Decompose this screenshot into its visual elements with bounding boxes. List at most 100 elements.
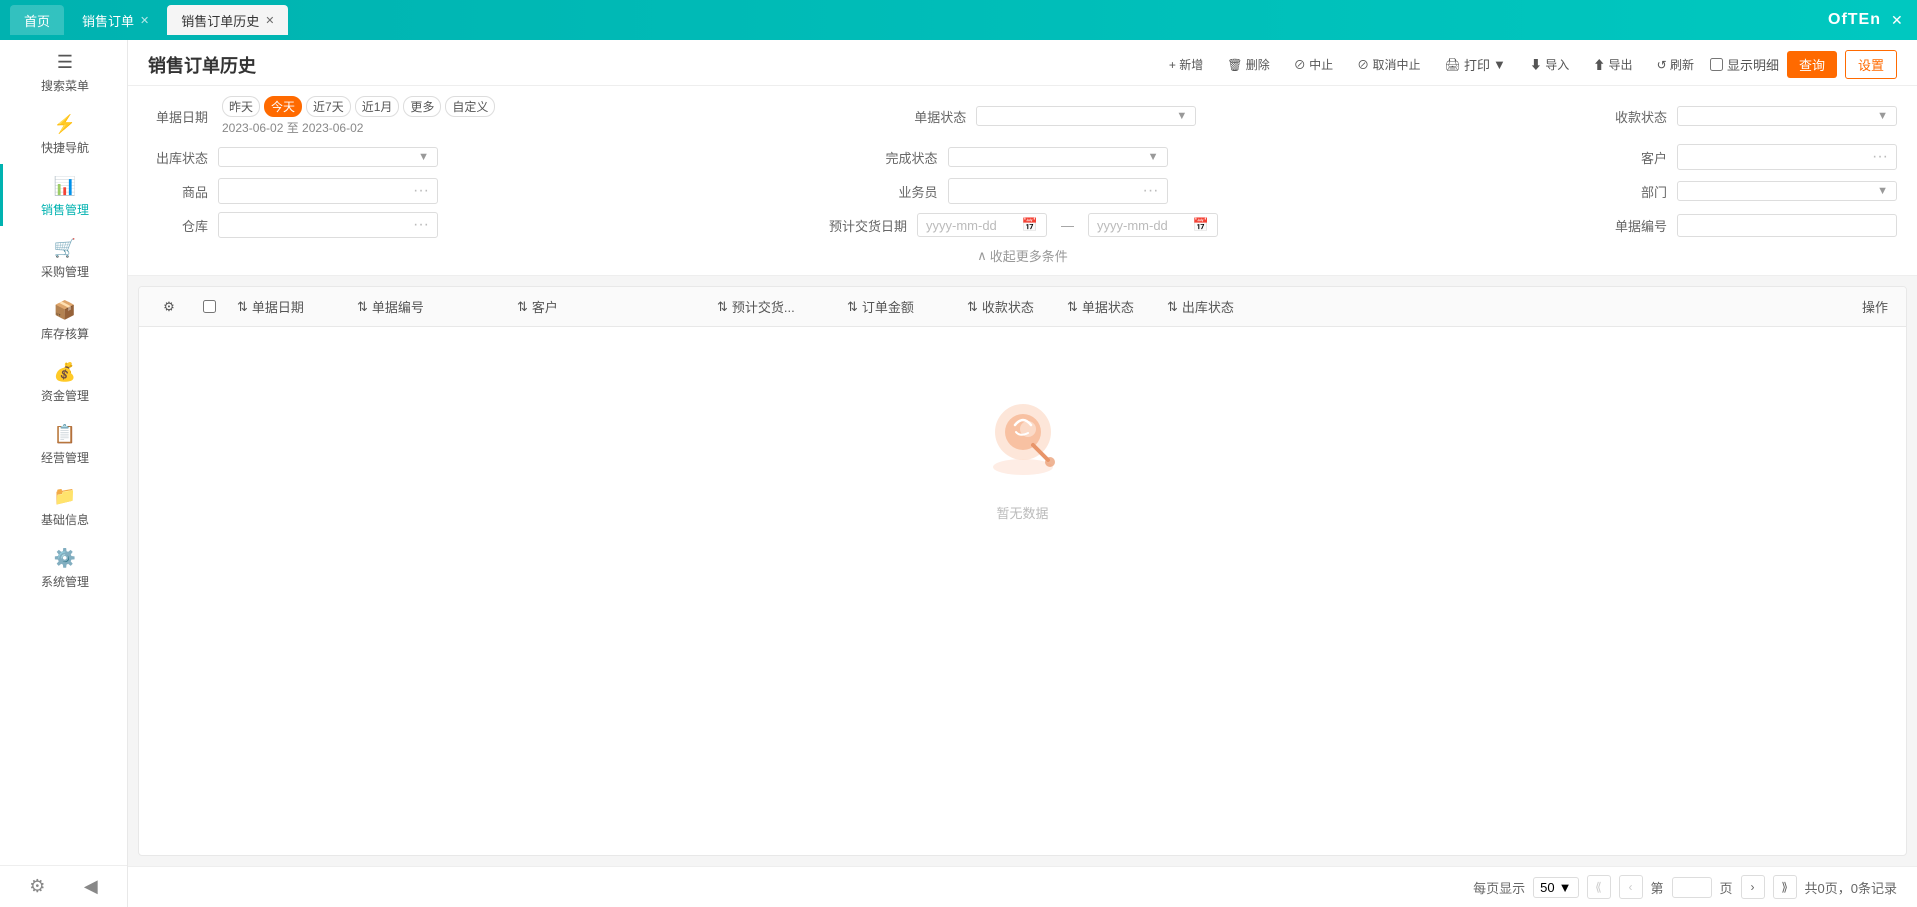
tab-sales-order-history-label: 销售订单历史 [181, 11, 259, 30]
date-btn-today[interactable]: 今天 [264, 96, 302, 117]
filter-row-3: 商品 ··· 业务员 ··· 部门 ▼ [148, 178, 1897, 204]
date-dash: — [1061, 218, 1074, 233]
bill-status-select[interactable]: ▼ [976, 106, 1196, 126]
gear-icon: ⚙ [163, 299, 175, 315]
th-delivery[interactable]: ⇅ 预计交货... [709, 297, 839, 316]
filter-row-1: 单据日期 昨天 今天 近7天 近1月 更多 自定义 2023-06-02 至 2… [148, 96, 1897, 136]
sidebar-item-base-info[interactable]: 📁 基础信息 [0, 474, 127, 536]
stop-button[interactable]: ⊘ 中止 [1286, 52, 1341, 77]
sidebar-item-purchase[interactable]: 🛒 采购管理 [0, 226, 127, 288]
page-first-button[interactable]: ⟪ [1587, 875, 1611, 899]
page-last-button[interactable]: ⟫ [1773, 875, 1797, 899]
date-btn-yesterday[interactable]: 昨天 [222, 96, 260, 117]
salesperson-dots[interactable]: ··· [1143, 182, 1159, 200]
page-info-prefix: 第 [1651, 878, 1664, 897]
refresh-button[interactable]: ↺ 刷新 [1649, 52, 1702, 77]
cancel-stop-button[interactable]: ⊘ 取消中止 [1349, 52, 1428, 77]
th-num[interactable]: ⇅ 单据编号 [349, 297, 509, 316]
query-button[interactable]: 查询 [1787, 51, 1837, 78]
sidebar-item-finance[interactable]: 💰 资金管理 [0, 350, 127, 412]
date-btn-custom[interactable]: 自定义 [445, 96, 495, 117]
calendar-from-icon: 📅 [1022, 217, 1038, 233]
bill-no-label: 单据编号 [1607, 216, 1667, 235]
th-ops: 操作 [1259, 297, 1896, 316]
th-bill-status[interactable]: ⇅ 单据状态 [1059, 297, 1159, 316]
collapse-row[interactable]: ∧ 收起更多条件 [148, 246, 1897, 265]
show-detail-checkbox[interactable]: 显示明细 [1710, 55, 1779, 74]
tab-sales-order-close[interactable]: ✕ [140, 14, 149, 27]
th-num-sort-icon: ⇅ [357, 299, 368, 315]
th-out-status[interactable]: ⇅ 出库状态 [1159, 297, 1259, 316]
window-close-icon[interactable]: ✕ [1891, 12, 1907, 28]
dept-select[interactable]: ▼ [1677, 181, 1897, 201]
th-delivery-sort-icon: ⇅ [717, 299, 728, 315]
collapse-icon[interactable]: ◀ [84, 876, 98, 897]
sidebar-item-quick-nav-label: 快捷导航 [41, 139, 89, 156]
th-amount[interactable]: ⇅ 订单金额 [839, 297, 959, 316]
print-button[interactable]: 🖨 打印 ▼ [1436, 51, 1513, 78]
date-btn-more[interactable]: 更多 [403, 96, 441, 117]
settings-button[interactable]: 设置 [1845, 50, 1897, 79]
complete-status-chevron: ▼ [1148, 151, 1159, 163]
th-receipt-status[interactable]: ⇅ 收款状态 [959, 297, 1059, 316]
bill-no-input[interactable] [1677, 214, 1897, 237]
out-status-select[interactable]: ▼ [218, 147, 438, 167]
page-title: 销售订单历史 [148, 52, 256, 78]
goods-select[interactable]: ··· [218, 178, 438, 204]
sidebar-item-quick-nav[interactable]: ⚡ 快捷导航 [0, 102, 127, 164]
page-next-button[interactable]: › [1741, 875, 1765, 899]
import-button[interactable]: ⬇ 导入 [1522, 52, 1577, 77]
page-size-label: 每页显示 [1473, 878, 1525, 897]
th-delivery-label: 预计交货... [732, 297, 795, 316]
filter-row-2: 出库状态 ▼ 完成状态 ▼ 客户 ··· [148, 144, 1897, 170]
customer-select[interactable]: ··· [1677, 144, 1897, 170]
th-check[interactable] [189, 300, 229, 313]
delivery-to-input[interactable]: yyyy-mm-dd 📅 [1088, 213, 1218, 237]
sidebar-item-operations-label: 经营管理 [41, 449, 89, 466]
complete-status-select[interactable]: ▼ [948, 147, 1168, 167]
tab-sales-order-history[interactable]: 销售订单历史 ✕ [167, 5, 288, 35]
toolbar: + 新增 🗑 删除 ⊘ 中止 ⊘ 取消中止 🖨 打印 ▼ ⬇ 导入 ⬆ 导出 ↺… [1161, 50, 1897, 79]
delete-button[interactable]: 🗑 删除 [1219, 52, 1278, 77]
th-date-sort-icon: ⇅ [237, 299, 248, 315]
date-btn-1month[interactable]: 近1月 [355, 96, 400, 117]
new-button[interactable]: + 新增 [1161, 52, 1211, 77]
collapse-chevron-icon: ∧ [977, 248, 987, 264]
sidebar-item-operations[interactable]: 📋 经营管理 [0, 412, 127, 474]
page-prev-button[interactable]: ‹ [1619, 875, 1643, 899]
th-gear[interactable]: ⚙ [149, 299, 189, 315]
select-all-checkbox[interactable] [203, 300, 216, 313]
salesperson-select[interactable]: ··· [948, 178, 1168, 204]
th-date[interactable]: ⇅ 单据日期 [229, 297, 349, 316]
tab-sales-order[interactable]: 销售订单 ✕ [68, 5, 163, 35]
settings-bottom-icon[interactable]: ⚙ [29, 876, 45, 897]
show-detail-label: 显示明细 [1727, 55, 1779, 74]
empty-illustration [973, 387, 1073, 487]
export-button[interactable]: ⬆ 导出 [1585, 52, 1640, 77]
sys-icon: ⚙️ [54, 548, 76, 569]
th-customer[interactable]: ⇅ 客户 [509, 297, 709, 316]
date-btn-7days[interactable]: 近7天 [306, 96, 351, 117]
page-number-input[interactable]: 1 [1672, 877, 1712, 898]
th-bill-sort-icon: ⇅ [1067, 299, 1078, 315]
base-info-icon: 📁 [54, 486, 76, 507]
sidebar-item-sys[interactable]: ⚙️ 系统管理 [0, 536, 127, 598]
goods-dots[interactable]: ··· [413, 182, 429, 200]
delivery-from-input[interactable]: yyyy-mm-dd 📅 [917, 213, 1047, 237]
sidebar-item-inventory[interactable]: 📦 库存核算 [0, 288, 127, 350]
warehouse-dots[interactable]: ··· [413, 216, 429, 234]
warehouse-select[interactable]: ··· [218, 212, 438, 238]
th-customer-label: 客户 [532, 297, 558, 316]
print-label: 打印 [1464, 55, 1490, 74]
delivery-from-placeholder: yyyy-mm-dd [926, 218, 997, 233]
tab-home[interactable]: 首页 [10, 5, 64, 35]
sidebar-item-sales-label: 销售管理 [41, 201, 89, 218]
sidebar-item-sales[interactable]: 📊 销售管理 [0, 164, 127, 226]
page-size-select[interactable]: 50 ▼ [1533, 877, 1578, 898]
receipt-status-select[interactable]: ▼ [1677, 106, 1897, 126]
sidebar-item-search[interactable]: ☰ 搜索菜单 [0, 40, 127, 102]
show-detail-input[interactable] [1710, 58, 1723, 71]
print-icon: 🖨 [1444, 57, 1461, 73]
tab-sales-order-history-close[interactable]: ✕ [265, 14, 274, 27]
customer-dots[interactable]: ··· [1872, 148, 1888, 166]
